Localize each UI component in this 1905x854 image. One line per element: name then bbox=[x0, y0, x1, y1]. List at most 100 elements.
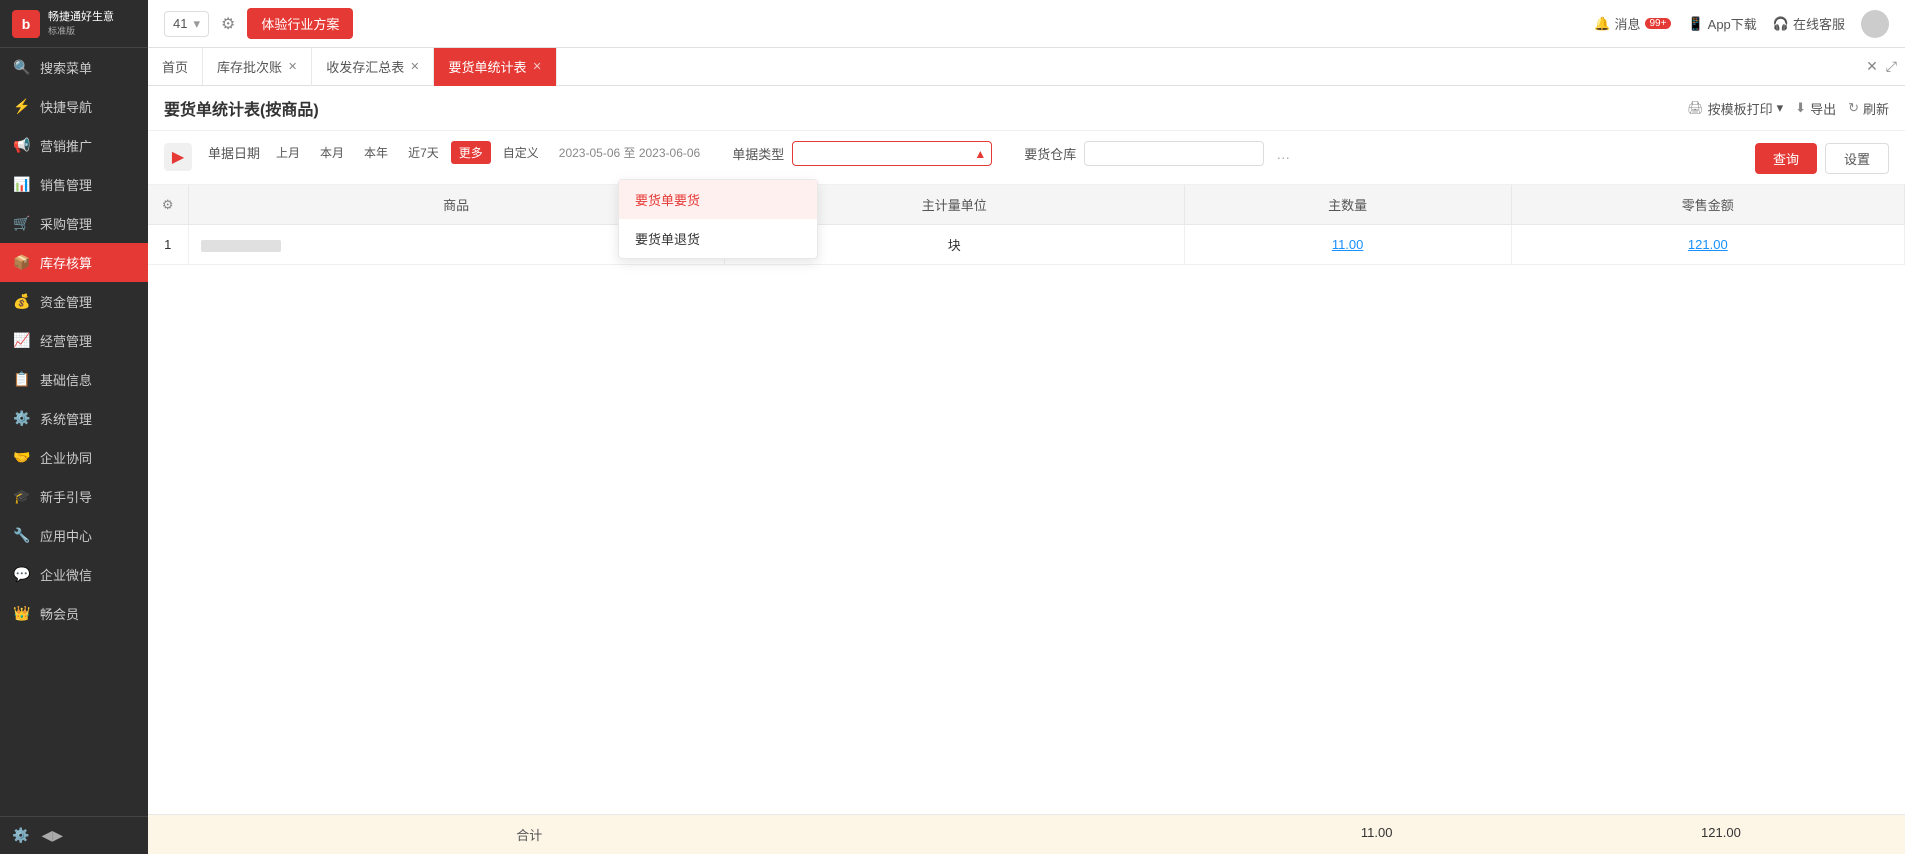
date-range-text: 2023-05-06 至 2023-06-06 bbox=[559, 144, 700, 161]
brand-sub: 标准版 bbox=[48, 24, 114, 37]
sidebar-item-guide[interactable]: 🎓 新手引导 bbox=[0, 477, 148, 516]
query-button[interactable]: 查询 bbox=[1755, 143, 1817, 174]
sidebar-item-purchase[interactable]: 🛒 采购管理 bbox=[0, 204, 148, 243]
tab-home[interactable]: 首页 bbox=[148, 48, 203, 86]
guide-icon: 🎓 bbox=[12, 488, 32, 505]
sidebar-item-weixin[interactable]: 💬 企业微信 bbox=[0, 555, 148, 594]
filter-bar: ▶ 单据日期 上月 本月 本年 近7天 更多 自定义 2023-05-06 至 … bbox=[148, 131, 1905, 185]
app-logo-icon: b bbox=[12, 10, 40, 38]
quantity-link[interactable]: 11.00 bbox=[1332, 237, 1364, 252]
sidebar-item-collab[interactable]: 🤝 企业协同 bbox=[0, 438, 148, 477]
expand-icon[interactable]: ⤢ bbox=[1886, 58, 1897, 75]
close-icon[interactable]: ✕ bbox=[410, 60, 419, 73]
sidebar-item-basic[interactable]: 📋 基础信息 bbox=[0, 360, 148, 399]
sidebar-item-sales[interactable]: 📊 销售管理 bbox=[0, 165, 148, 204]
sidebar-item-system[interactable]: ⚙️ 系统管理 bbox=[0, 399, 148, 438]
warehouse-filter-input[interactable] bbox=[1084, 141, 1264, 166]
trial-button[interactable]: 体验行业方案 bbox=[247, 8, 353, 39]
user-avatar[interactable] bbox=[1861, 10, 1889, 38]
app-brand: 畅捷通好生意 标准版 bbox=[48, 10, 114, 37]
settings-bottom-icon[interactable]: ⚙️ bbox=[12, 827, 29, 844]
amount-link[interactable]: 121.00 bbox=[1688, 237, 1728, 252]
tab-order-stats[interactable]: 要货单统计表 ✕ bbox=[434, 48, 556, 86]
close-all-icon[interactable]: ✕ bbox=[1866, 58, 1878, 75]
sidebar-item-operations[interactable]: 📈 经营管理 bbox=[0, 321, 148, 360]
td-index: 1 bbox=[148, 225, 188, 265]
print-action[interactable]: 🖨 按模板打印 ▾ bbox=[1687, 99, 1783, 118]
preset-this-month[interactable]: 本月 bbox=[312, 141, 352, 164]
dropdown-item-return-goods[interactable]: 要货单退货 bbox=[619, 219, 817, 258]
operations-icon: 📈 bbox=[12, 332, 32, 349]
notifications-label: 消息 bbox=[1614, 14, 1640, 33]
inventory-icon: 📦 bbox=[12, 254, 32, 271]
sidebar: b 畅捷通好生意 标准版 🔍 搜索菜单 ⚡ 快捷导航 📢 营销推广 📊 销售管理… bbox=[0, 0, 148, 854]
type-input-chevron-icon[interactable]: ▲ bbox=[974, 147, 986, 161]
collapse-icon[interactable]: ◀▶ bbox=[41, 827, 63, 844]
sidebar-item-inventory[interactable]: 📦 库存核算 bbox=[0, 243, 148, 282]
page-title: 要货单统计表(按商品) bbox=[164, 96, 319, 120]
preset-custom[interactable]: 自定义 bbox=[495, 141, 547, 164]
app-download-item[interactable]: 📱 App下载 bbox=[1687, 14, 1756, 33]
table-row: 1 块 11.00 121.00 bbox=[148, 225, 1905, 265]
type-dropdown-menu: 要货单要货 要货单退货 bbox=[618, 179, 818, 259]
sidebar-item-marketing[interactable]: 📢 营销推广 bbox=[0, 126, 148, 165]
date-presets: 上月 本月 本年 近7天 更多 自定义 bbox=[268, 141, 547, 164]
preset-more-btn[interactable]: 更多 bbox=[451, 141, 491, 164]
sidebar-item-quicknav[interactable]: ⚡ 快捷导航 bbox=[0, 87, 148, 126]
filter-toggle-btn[interactable]: ▶ bbox=[164, 143, 192, 171]
date-filter-label: 单据日期 bbox=[208, 143, 260, 162]
preset-last-month[interactable]: 上月 bbox=[268, 141, 308, 164]
date-filter-group: 单据日期 上月 本月 本年 近7天 更多 自定义 2023-05-06 至 20… bbox=[208, 141, 700, 164]
system-icon: ⚙️ bbox=[12, 410, 32, 427]
notifications-item[interactable]: 🔔 消息 99+ bbox=[1594, 14, 1671, 33]
app-download-label: App下载 bbox=[1708, 14, 1757, 33]
purchase-icon: 🛒 bbox=[12, 215, 32, 232]
store-name: 41 bbox=[173, 16, 187, 31]
print-icon: 🖨 bbox=[1687, 100, 1704, 116]
tab-label: 收发存汇总表 bbox=[326, 57, 404, 76]
sidebar-item-apps[interactable]: 🔧 应用中心 bbox=[0, 516, 148, 555]
quicknav-icon: ⚡ bbox=[12, 98, 32, 115]
sidebar-item-member[interactable]: 👑 畅会员 bbox=[0, 594, 148, 633]
settings-button[interactable]: 设置 bbox=[1825, 143, 1889, 174]
sidebar-item-search[interactable]: 🔍 搜索菜单 bbox=[0, 48, 148, 87]
footer-amount: 121.00 bbox=[1549, 825, 1893, 844]
td-amount: 121.00 bbox=[1511, 225, 1904, 265]
collab-icon: 🤝 bbox=[12, 449, 32, 466]
tab-inventory-batch[interactable]: 库存批次账 ✕ bbox=[203, 48, 312, 86]
notifications-badge: 99+ bbox=[1645, 18, 1672, 29]
th-settings[interactable]: ⚙ bbox=[148, 185, 188, 225]
warehouse-more-icon[interactable]: … bbox=[1276, 146, 1290, 162]
preset-this-year[interactable]: 本年 bbox=[356, 141, 396, 164]
gear-icon[interactable]: ⚙ bbox=[221, 14, 235, 34]
dropdown-item-order-goods[interactable]: 要货单要货 bbox=[619, 180, 817, 219]
topbar: 41 ▾ ⚙ 体验行业方案 🔔 消息 99+ 📱 App下载 🎧 在线客服 bbox=[148, 0, 1905, 48]
table-settings-icon[interactable]: ⚙ bbox=[162, 197, 174, 212]
online-service-label: 在线客服 bbox=[1793, 14, 1845, 33]
export-action[interactable]: ⬇ 导出 bbox=[1795, 99, 1836, 118]
store-selector[interactable]: 41 ▾ bbox=[164, 11, 209, 37]
close-icon[interactable]: ✕ bbox=[288, 60, 297, 73]
brand-name: 畅捷通好生意 bbox=[48, 10, 114, 24]
headset-icon: 🎧 bbox=[1773, 16, 1789, 32]
sidebar-item-finance[interactable]: 💰 资金管理 bbox=[0, 282, 148, 321]
product-placeholder bbox=[201, 240, 281, 252]
apps-icon: 🔧 bbox=[12, 527, 32, 544]
online-service-item[interactable]: 🎧 在线客服 bbox=[1773, 14, 1845, 33]
footer-label: 合计 bbox=[504, 825, 860, 844]
preset-7days[interactable]: 近7天 bbox=[400, 141, 447, 164]
refresh-action[interactable]: ↻ 刷新 bbox=[1848, 99, 1889, 118]
type-filter-input[interactable] bbox=[792, 141, 992, 166]
sidebar-item-label: 采购管理 bbox=[40, 214, 92, 233]
close-icon[interactable]: ✕ bbox=[533, 60, 542, 73]
export-icon: ⬇ bbox=[1795, 100, 1806, 116]
sidebar-item-label: 企业微信 bbox=[40, 565, 92, 584]
tab-inout-summary[interactable]: 收发存汇总表 ✕ bbox=[312, 48, 434, 86]
dropdown-item-label: 要货单要货 bbox=[635, 193, 700, 208]
page-header: 要货单统计表(按商品) 🖨 按模板打印 ▾ ⬇ 导出 ↻ 刷新 bbox=[148, 86, 1905, 131]
data-table: ⚙ 商品 主计量单位 主数量 零售金额 1 bbox=[148, 185, 1905, 265]
tabs-bar: 首页 库存批次账 ✕ 收发存汇总表 ✕ 要货单统计表 ✕ ✕ ⤢ bbox=[148, 48, 1905, 86]
sidebar-item-label: 库存核算 bbox=[40, 253, 92, 272]
tab-label: 首页 bbox=[162, 57, 188, 76]
sidebar-item-label: 搜索菜单 bbox=[40, 58, 92, 77]
